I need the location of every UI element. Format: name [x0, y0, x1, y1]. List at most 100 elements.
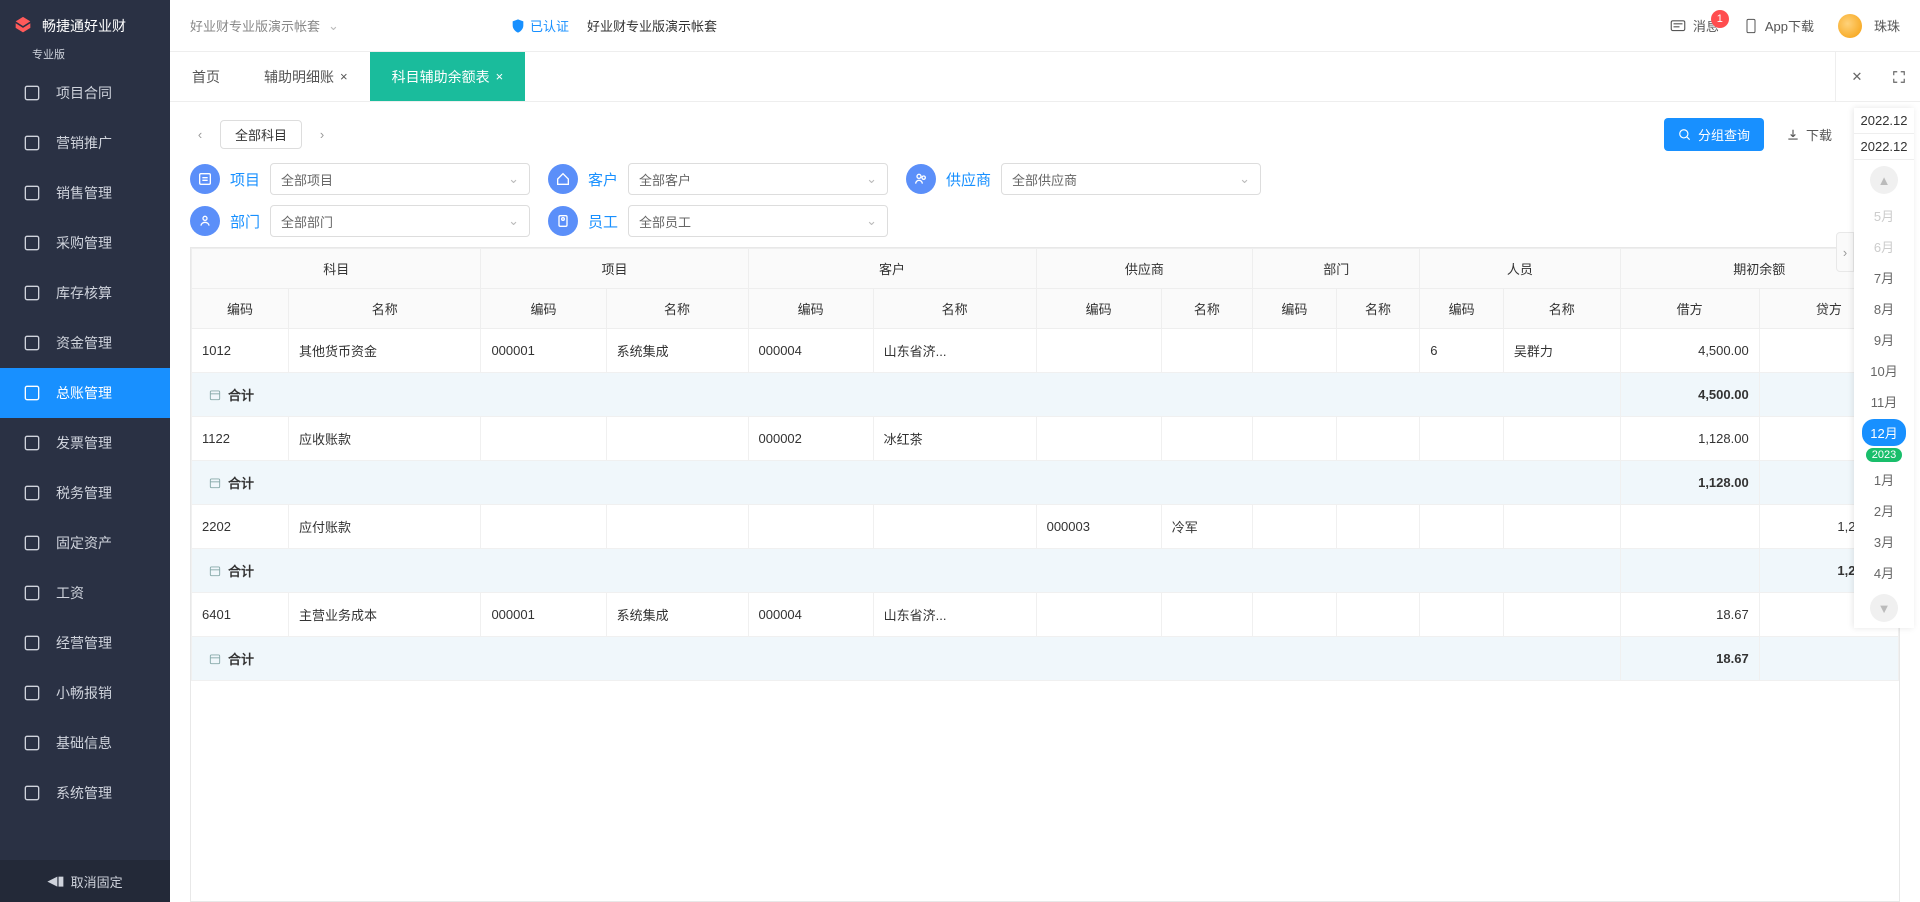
- fullscreen-toggle[interactable]: [1878, 52, 1920, 101]
- sidebar-item-label: 营销推广: [56, 133, 112, 153]
- sidebar-item-label: 库存核算: [56, 283, 112, 303]
- sidebar-item-label: 小畅报销: [56, 683, 112, 703]
- sidebar-item-reimburse[interactable]: 小畅报销: [0, 668, 170, 718]
- sidebar-item-tax[interactable]: 税务管理: [0, 468, 170, 518]
- close-all-tabs[interactable]: ✕: [1836, 52, 1878, 101]
- messages-button[interactable]: 消息 1: [1669, 16, 1719, 35]
- period-month[interactable]: 1月: [1854, 464, 1914, 495]
- close-icon[interactable]: ×: [496, 69, 504, 84]
- filter-department-select[interactable]: 全部部门⌄: [270, 205, 530, 237]
- crumb-prev[interactable]: ‹: [190, 125, 210, 145]
- app-download-button[interactable]: App下载: [1743, 16, 1814, 35]
- tab-0[interactable]: 首页: [170, 52, 242, 101]
- filter-employee-select[interactable]: 全部员工⌄: [628, 205, 888, 237]
- filter-supplier: 供应商 全部供应商⌄: [906, 163, 1261, 195]
- filter-project: 项目 全部项目⌄: [190, 163, 530, 195]
- cell: [1036, 593, 1161, 637]
- main-area: 好业财专业版演示帐套 ⌄ 已认证 好业财专业版演示帐套 消息 1 App下载 珠…: [170, 0, 1920, 902]
- period-month[interactable]: 4月: [1854, 557, 1914, 588]
- shield-icon: [510, 18, 526, 34]
- cell: 冷军: [1161, 505, 1252, 549]
- pin-icon: ◀▮: [47, 873, 64, 889]
- period-scroll-up[interactable]: ▲: [1870, 166, 1898, 194]
- crumb-next[interactable]: ›: [312, 125, 332, 145]
- table-row[interactable]: 合计18.67: [192, 637, 1899, 681]
- table-row[interactable]: 1122应收账款000002冰红茶1,128.00: [192, 417, 1899, 461]
- sidebar-item-asset[interactable]: 固定资产: [0, 518, 170, 568]
- col-sub: 名称: [289, 289, 481, 329]
- cell: [1253, 593, 1337, 637]
- sidebar-item-ledger[interactable]: 总账管理: [0, 368, 170, 418]
- filter-project-select[interactable]: 全部项目⌄: [270, 163, 530, 195]
- period-month[interactable]: 7月: [1854, 262, 1914, 293]
- period-expand-handle[interactable]: ›: [1836, 232, 1854, 272]
- chevron-down-icon: ⌄: [508, 213, 519, 229]
- table-row[interactable]: 1012其他货币资金000001系统集成000004山东省济...6吴群力4,5…: [192, 329, 1899, 373]
- period-month[interactable]: 8月: [1854, 293, 1914, 324]
- ledger-icon: [22, 383, 42, 403]
- megaphone-icon: [22, 133, 42, 153]
- period-to[interactable]: 2022.12: [1854, 134, 1914, 160]
- sidebar-item-label: 资金管理: [56, 333, 112, 353]
- sidebar-item-base[interactable]: 基础信息: [0, 718, 170, 768]
- tab-2[interactable]: 科目辅助余额表×: [370, 52, 526, 101]
- sidebar-item-invoice[interactable]: 发票管理: [0, 418, 170, 468]
- sidebar-item-salary[interactable]: 工资: [0, 568, 170, 618]
- period-month[interactable]: 12月: [1862, 419, 1906, 446]
- customer-icon: [548, 164, 578, 194]
- sidebar-item-megaphone[interactable]: 营销推广: [0, 118, 170, 168]
- sidebar-item-system[interactable]: 系统管理: [0, 768, 170, 818]
- cell: [1036, 417, 1161, 461]
- download-button[interactable]: 下载: [1786, 125, 1832, 144]
- sidebar-item-project[interactable]: 项目合同: [0, 68, 170, 118]
- result-table-wrap[interactable]: 科目项目客户供应商部门人员期初余额编码名称编码名称编码名称编码名称编码名称编码名…: [190, 247, 1900, 902]
- col-sub: 编码: [481, 289, 606, 329]
- subtotal-credit: [1759, 637, 1898, 681]
- calendar-icon: [208, 476, 222, 490]
- sidebar-item-label: 固定资产: [56, 533, 112, 553]
- period-from[interactable]: 2022.12: [1854, 108, 1914, 134]
- cell: 山东省济...: [873, 593, 1036, 637]
- period-month[interactable]: 10月: [1854, 355, 1914, 386]
- sidebar-item-cart[interactable]: 销售管理: [0, 168, 170, 218]
- period-scroll-down[interactable]: ▼: [1870, 594, 1898, 622]
- verified-badge: 已认证: [510, 16, 569, 35]
- group-query-button[interactable]: 分组查询: [1664, 118, 1764, 151]
- period-month[interactable]: 3月: [1854, 526, 1914, 557]
- sidebar-item-coin[interactable]: 资金管理: [0, 318, 170, 368]
- crumb-current[interactable]: 全部科目: [220, 120, 302, 149]
- sidebar-item-biz[interactable]: 经营管理: [0, 618, 170, 668]
- nav-footer-toggle[interactable]: ◀▮ 取消固定: [0, 860, 170, 902]
- table-row[interactable]: 6401主营业务成本000001系统集成000004山东省济...18.67: [192, 593, 1899, 637]
- period-month[interactable]: 2月: [1854, 495, 1914, 526]
- filter-customer: 客户 全部客户⌄: [548, 163, 888, 195]
- table-row[interactable]: 合计1,128.00: [192, 461, 1899, 505]
- sidebar-item-bag[interactable]: 采购管理: [0, 218, 170, 268]
- cell: 6: [1420, 329, 1504, 373]
- project-icon: [22, 83, 42, 103]
- period-month[interactable]: 9月: [1854, 324, 1914, 355]
- col-sub: 借方: [1620, 289, 1759, 329]
- department-icon: [190, 206, 220, 236]
- account-selector[interactable]: 好业财专业版演示帐套 ⌄: [190, 16, 470, 35]
- user-menu[interactable]: 珠珠: [1838, 14, 1900, 38]
- col-group: 科目: [192, 249, 481, 289]
- subtotal-label-cell: 合计: [192, 549, 1621, 593]
- cell: 应收账款: [289, 417, 481, 461]
- table-row[interactable]: 合计4,500.00: [192, 373, 1899, 417]
- cell: 系统集成: [606, 593, 748, 637]
- bag-icon: [22, 233, 42, 253]
- filter-supplier-label: 供应商: [946, 169, 991, 190]
- table-row[interactable]: 合计1,200.00: [192, 549, 1899, 593]
- close-icon[interactable]: ×: [340, 69, 348, 84]
- filter-supplier-select[interactable]: 全部供应商⌄: [1001, 163, 1261, 195]
- sidebar-item-warehouse[interactable]: 库存核算: [0, 268, 170, 318]
- tabs-row: 首页辅助明细账×科目辅助余额表× ✕: [170, 52, 1920, 102]
- tab-1[interactable]: 辅助明细账×: [242, 52, 370, 101]
- calendar-icon: [208, 564, 222, 578]
- cell: [1503, 505, 1620, 549]
- filter-customer-select[interactable]: 全部客户⌄: [628, 163, 888, 195]
- period-month[interactable]: 11月: [1854, 386, 1914, 417]
- content: ‹ 全部科目 › 分组查询 下载 打印: [170, 102, 1920, 902]
- table-row[interactable]: 2202应付账款000003冷军1,200.00: [192, 505, 1899, 549]
